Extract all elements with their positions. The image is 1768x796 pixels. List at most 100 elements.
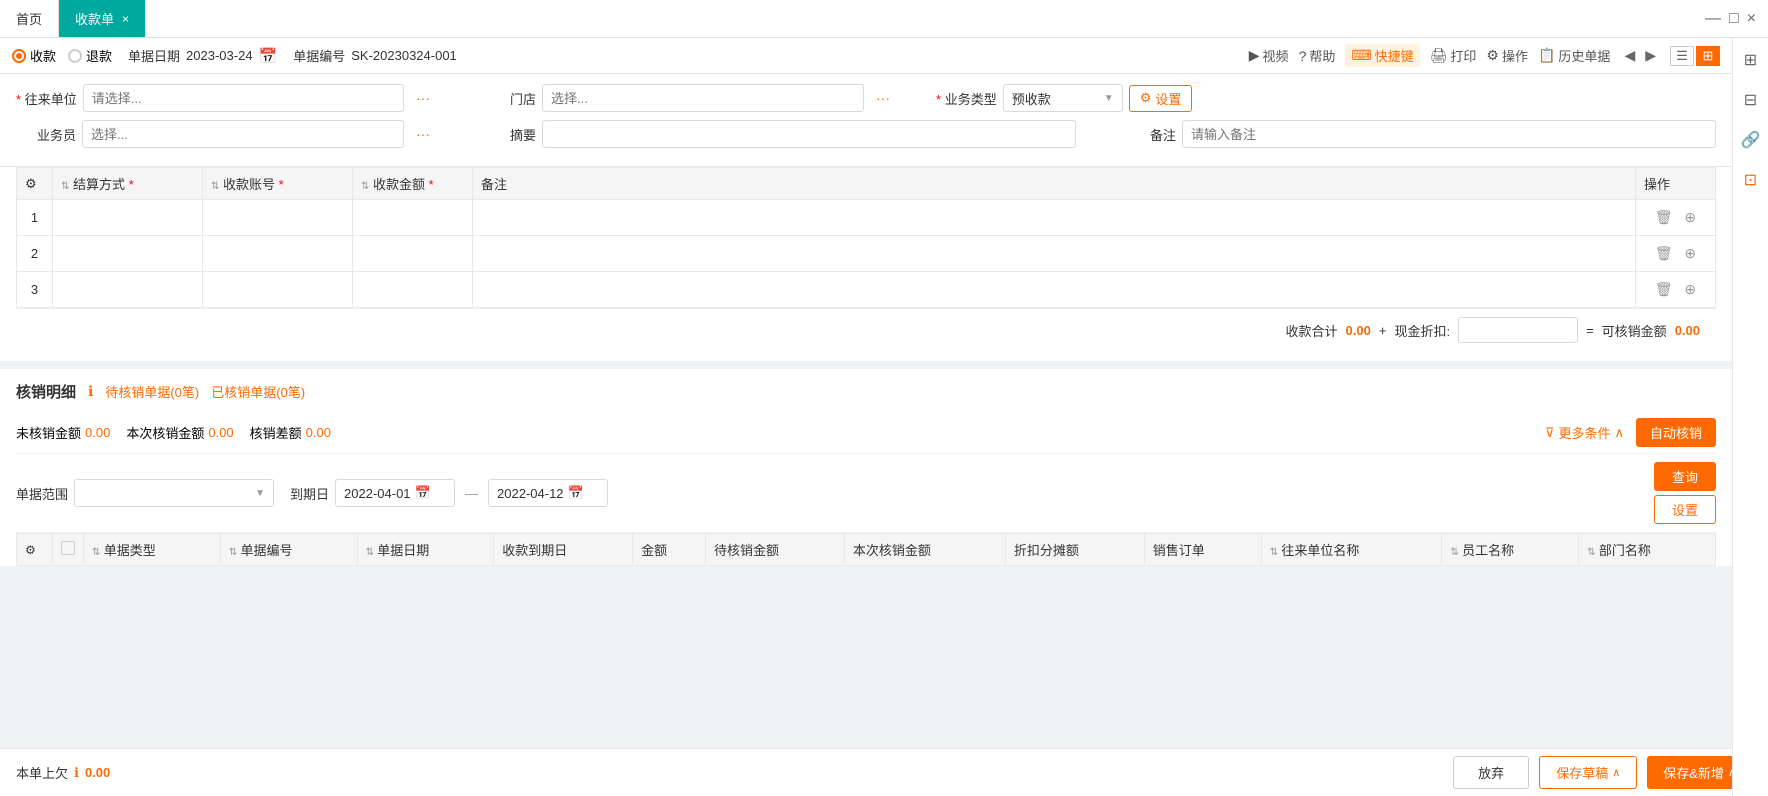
query-btn[interactable]: 查询	[1654, 462, 1716, 491]
partner-more-btn[interactable]: ···	[410, 90, 436, 106]
window-minimize-icon[interactable]: —	[1705, 10, 1721, 28]
recon-title: 核销明细	[16, 381, 76, 402]
history-icon: 📋	[1538, 47, 1555, 64]
main-content: 收款 退款 单据日期 2023-03-24 📅 单据编号 SK-20230324…	[0, 38, 1732, 796]
sidebar-expand-icon[interactable]: ⊡	[1740, 166, 1761, 194]
bottom-table: ⚙ ⇅ 单据类型 ⇅ 单据编号 ⇅ 单据日期	[16, 533, 1716, 566]
sidebar-link-icon[interactable]: 🔗	[1737, 126, 1765, 154]
business-type-select[interactable]: 预收款 ▼	[1003, 84, 1123, 112]
pending-tab[interactable]: 待核销单据(0笔)	[105, 382, 199, 401]
range-field: 单据范围 ▼	[16, 479, 274, 507]
business-type-field: * 业务类型 预收款 ▼ ⚙ 设置	[936, 84, 1316, 112]
summary-row: 收款合计 0.00 + 现金折扣: = 可核销金额 0.00	[16, 308, 1716, 351]
select-all-checkbox[interactable]	[61, 541, 75, 555]
amount-cell-3[interactable]	[353, 272, 473, 308]
help-btn[interactable]: ? 帮助	[1299, 46, 1336, 65]
due-header: 收款到期日	[494, 534, 633, 566]
keyboard-icon: ⌨	[1351, 47, 1371, 64]
copy-row-2-btn[interactable]: ⊕	[1680, 243, 1700, 264]
store-input[interactable]	[542, 84, 864, 112]
amount-header: ⇅ 收款金额 *	[353, 168, 473, 200]
recon-header: 核销明细 ℹ 待核销单据(0笔) 已核销单据(0笔)	[16, 381, 1716, 402]
date-to-input[interactable]: 2022-04-12 📅	[488, 479, 608, 507]
dept-header: ⇅ 部门名称	[1579, 534, 1716, 566]
done-tab[interactable]: 已核销单据(0笔)	[211, 382, 305, 401]
settlement-cell-3[interactable]	[53, 272, 203, 308]
amount-cell-1[interactable]	[353, 200, 473, 236]
partner-label: * 往来单位	[16, 89, 77, 108]
footer-info-icon[interactable]: ℹ	[74, 765, 79, 781]
recon-setting-btn[interactable]: 设置	[1654, 495, 1716, 524]
radio-refund-dot	[68, 49, 82, 63]
copy-row-1-btn[interactable]: ⊕	[1680, 207, 1700, 228]
bottom-table-checkbox[interactable]	[53, 534, 84, 566]
staff-input[interactable]	[82, 120, 404, 148]
range-select[interactable]: ▼	[74, 479, 274, 507]
account-header: ⇅ 收款账号 *	[203, 168, 353, 200]
toolbar-actions: ▶ 视频 ? 帮助 ⌨ 快捷键 🖨 打印 ⚙ 操作 📋 历史单据	[1249, 44, 1720, 67]
window-close-icon[interactable]: ×	[1747, 10, 1756, 28]
copy-row-3-btn[interactable]: ⊕	[1680, 279, 1700, 300]
tab-close-icon[interactable]: ×	[122, 12, 129, 26]
delete-row-2-btn[interactable]: 🗑	[1651, 243, 1677, 264]
diff-value: 0.00	[306, 425, 331, 440]
list-view-btn[interactable]: ☰	[1670, 46, 1694, 66]
partner-input[interactable]	[83, 84, 404, 112]
sidebar-grid-icon[interactable]: ⊟	[1740, 86, 1761, 114]
table-settings-header[interactable]: ⚙	[17, 168, 53, 200]
print-btn[interactable]: 🖨 打印	[1430, 46, 1477, 65]
history-btn[interactable]: 📋 历史单据	[1538, 46, 1610, 65]
delete-row-1-btn[interactable]: 🗑	[1651, 207, 1677, 228]
account-cell-3[interactable]	[203, 272, 353, 308]
amount-header2: 金额	[633, 534, 706, 566]
amount-cell-2[interactable]	[353, 236, 473, 272]
recon-section: 核销明细 ℹ 待核销单据(0笔) 已核销单据(0笔) 未核销金额 0.00 本次…	[0, 369, 1732, 566]
more-filter-btn[interactable]: ⊽ 更多条件 ∧	[1545, 423, 1624, 442]
calendar-icon[interactable]: 📅	[259, 47, 278, 65]
summary-input[interactable]	[542, 120, 1076, 148]
operation-btn[interactable]: ⚙ 操作	[1486, 46, 1528, 65]
remark-cell-2[interactable]	[473, 236, 1636, 272]
recon-filter-row: 单据范围 ▼ 到期日 2022-04-01 📅 — 2022-04-12 📅	[16, 453, 1716, 533]
window-maximize-icon[interactable]: □	[1729, 10, 1739, 28]
required-mark2: *	[936, 92, 941, 107]
current-value: 0.00	[208, 425, 233, 440]
settlement-cell-1[interactable]	[53, 200, 203, 236]
bottom-table-settings[interactable]: ⚙	[17, 534, 53, 566]
account-cell-1[interactable]	[203, 200, 353, 236]
table-row: 2 🗑 ⊕	[17, 236, 1716, 272]
sidebar-table-icon[interactable]: ⊞	[1740, 46, 1761, 74]
filter-icon: ⊽	[1545, 425, 1555, 441]
store-more-btn[interactable]: ···	[870, 90, 896, 106]
remark-cell-3[interactable]	[473, 272, 1636, 308]
chevron-down-icon: ▼	[1104, 93, 1114, 104]
tab-home[interactable]: 首页	[0, 0, 59, 37]
remark-input[interactable]	[1182, 120, 1716, 148]
form-setting-btn[interactable]: ⚙ 设置	[1129, 85, 1193, 112]
save-draft-btn[interactable]: 保存草稿 ∧	[1539, 756, 1637, 789]
remark-cell-1[interactable]	[473, 200, 1636, 236]
video-btn[interactable]: ▶ 视频	[1249, 46, 1289, 65]
discard-btn[interactable]: 放弃	[1453, 756, 1529, 789]
account-cell-2[interactable]	[203, 236, 353, 272]
radio-refund[interactable]: 退款	[68, 46, 112, 65]
prev-arrow[interactable]: ◀	[1620, 45, 1639, 66]
shortcut-btn[interactable]: ⌨ 快捷键	[1345, 44, 1419, 67]
print-icon: 🖨	[1430, 47, 1448, 64]
tab-receipt[interactable]: 收款单 ×	[59, 0, 146, 37]
delete-row-3-btn[interactable]: 🗑	[1651, 279, 1677, 300]
chevron-up-icon: ∧	[1614, 425, 1624, 441]
remark-header: 备注	[473, 168, 1636, 200]
radio-receipt[interactable]: 收款	[12, 46, 56, 65]
auto-reconcile-btn[interactable]: 自动核销	[1636, 418, 1716, 447]
footer-order-value: 0.00	[85, 765, 110, 780]
unchecked-stat: 未核销金额 0.00	[16, 423, 110, 442]
discount-input[interactable]	[1458, 317, 1578, 343]
date-from-input[interactable]: 2022-04-01 📅	[335, 479, 455, 507]
current-header: 本次核销金额	[844, 534, 1005, 566]
settlement-cell-2[interactable]	[53, 236, 203, 272]
next-arrow[interactable]: ▶	[1641, 45, 1660, 66]
staff-more-btn[interactable]: ···	[410, 126, 436, 142]
recon-info-icon[interactable]: ℹ	[88, 383, 93, 400]
grid-view-btn[interactable]: ⊞	[1696, 46, 1720, 66]
